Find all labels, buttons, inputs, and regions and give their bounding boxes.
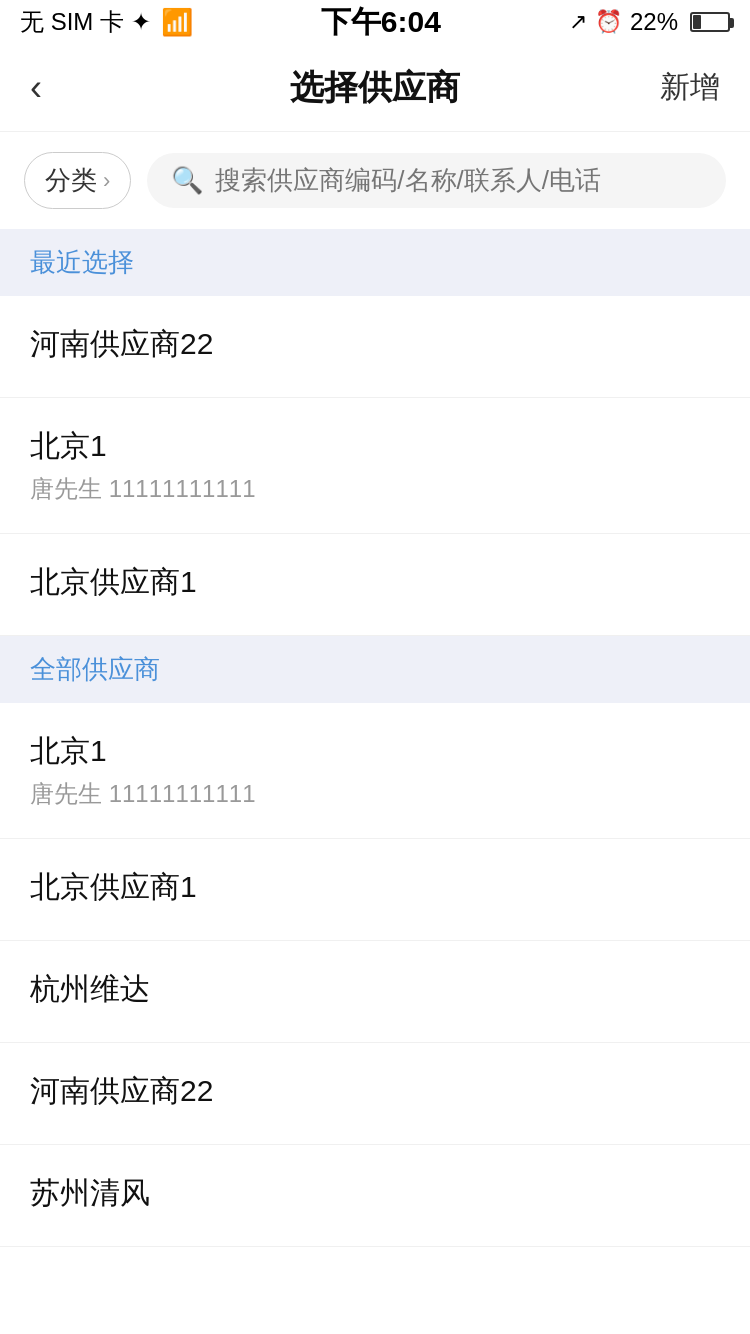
recent-list-item[interactable]: 北京1 唐先生 11111111111 — [0, 398, 750, 534]
battery-icon — [690, 12, 730, 32]
wifi-icon: 📶 — [161, 7, 193, 38]
item-name: 杭州维达 — [30, 969, 720, 1010]
status-time: 下午6:04 — [321, 2, 441, 43]
status-left: 无 SIM 卡 ✦ 📶 — [20, 6, 193, 38]
recent-list-item[interactable]: 河南供应商22 — [0, 296, 750, 398]
item-sub: 唐先生 11111111111 — [30, 473, 720, 505]
search-input[interactable] — [215, 165, 702, 196]
nav-bar: ‹ 选择供应商 新增 — [0, 44, 750, 132]
category-button[interactable]: 分类 › — [24, 152, 131, 209]
all-items-list: 北京1 唐先生 11111111111 北京供应商1 杭州维达河南供应商22 苏州清风 — [0, 703, 750, 1247]
item-name: 北京1 — [30, 731, 720, 772]
all-list-item[interactable]: 苏州清风 — [0, 1145, 750, 1247]
all-list-item[interactable]: 北京供应商1 — [0, 839, 750, 941]
category-label: 分类 — [45, 163, 97, 198]
battery-text: 22% — [630, 8, 678, 36]
item-name: 北京1 — [30, 426, 720, 467]
no-sim-text: 无 SIM 卡 ✦ — [20, 6, 151, 38]
add-button[interactable]: 新增 — [660, 67, 720, 108]
back-button[interactable]: ‹ — [30, 67, 90, 109]
recent-list-item[interactable]: 北京供应商1 — [0, 534, 750, 636]
all-list-item[interactable]: 河南供应商22 — [0, 1043, 750, 1145]
filter-bar: 分类 › 🔍 — [0, 132, 750, 229]
recent-items-list: 河南供应商22 北京1 唐先生 11111111111 北京供应商1 — [0, 296, 750, 636]
item-name: 河南供应商22 — [30, 1071, 720, 1112]
page-title: 选择供应商 — [290, 65, 460, 111]
recent-section-header: 最近选择 — [0, 229, 750, 296]
search-icon: 🔍 — [171, 165, 203, 196]
search-box: 🔍 — [147, 153, 726, 208]
recent-section-label: 最近选择 — [30, 247, 134, 277]
item-name: 北京供应商1 — [30, 867, 720, 908]
status-right: ↗ ⏰ 22% — [569, 8, 730, 36]
location-icon: ↗ — [569, 9, 587, 35]
item-name: 河南供应商22 — [30, 324, 720, 365]
item-name: 苏州清风 — [30, 1173, 720, 1214]
all-list-item[interactable]: 杭州维达 — [0, 941, 750, 1043]
all-section-label: 全部供应商 — [30, 654, 160, 684]
all-list-item[interactable]: 北京1 唐先生 11111111111 — [0, 703, 750, 839]
alarm-icon: ⏰ — [595, 9, 622, 35]
all-section-header: 全部供应商 — [0, 636, 750, 703]
status-bar: 无 SIM 卡 ✦ 📶 下午6:04 ↗ ⏰ 22% — [0, 0, 750, 44]
chevron-right-icon: › — [103, 168, 110, 194]
item-sub: 唐先生 11111111111 — [30, 778, 720, 810]
item-name: 北京供应商1 — [30, 562, 720, 603]
